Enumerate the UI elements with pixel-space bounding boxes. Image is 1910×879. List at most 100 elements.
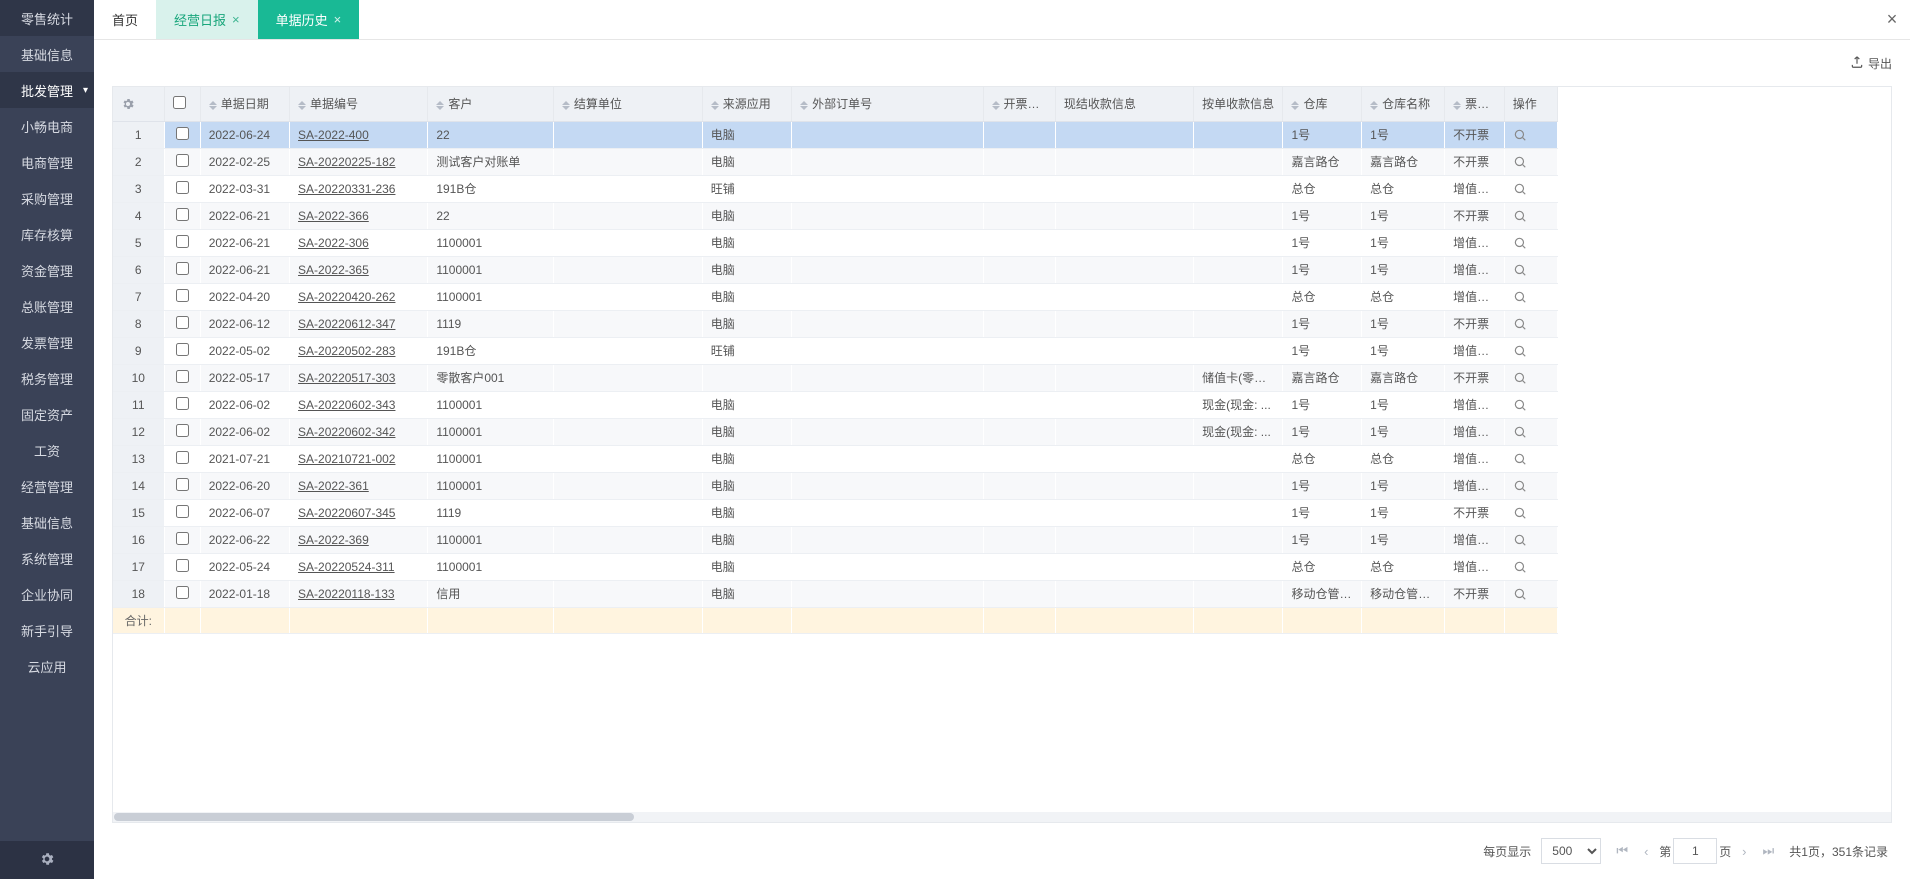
row-checkbox[interactable] xyxy=(176,532,189,545)
column-header-invoice_type[interactable]: 票据类 xyxy=(1445,87,1505,121)
column-header-customer[interactable]: 客户 xyxy=(428,87,554,121)
column-header-doc_date[interactable]: 单据日期 xyxy=(200,87,289,121)
doc-link[interactable]: SA-20220225-182 xyxy=(298,155,395,169)
doc-link[interactable]: SA-20220602-342 xyxy=(298,425,395,439)
doc-link[interactable]: SA-20220420-262 xyxy=(298,290,395,304)
row-checkbox[interactable] xyxy=(176,478,189,491)
page-number-input[interactable] xyxy=(1673,838,1717,864)
sidebar-item-15[interactable]: 系统管理 xyxy=(0,540,94,576)
table-row[interactable]: 182022-01-18SA-20220118-133信用电脑移动仓管拣...移… xyxy=(113,580,1558,607)
gear-icon[interactable] xyxy=(121,96,135,110)
column-header-wh_name[interactable]: 仓库名称 xyxy=(1362,87,1445,121)
sidebar-item-17[interactable]: 新手引导 xyxy=(0,612,94,648)
table-row[interactable]: 162022-06-22SA-2022-3691100001电脑1号1号增值税专 xyxy=(113,526,1558,553)
table-row[interactable]: 122022-06-02SA-20220602-3421100001电脑现金(现… xyxy=(113,418,1558,445)
doc-link[interactable]: SA-20220517-303 xyxy=(298,371,395,385)
sidebar-item-16[interactable]: 企业协同 xyxy=(0,576,94,612)
row-checkbox[interactable] xyxy=(176,181,189,194)
page-size-select[interactable]: 500 xyxy=(1541,838,1601,864)
doc-link[interactable]: SA-2022-366 xyxy=(298,209,369,223)
doc-link[interactable]: SA-20210721-002 xyxy=(298,452,395,466)
doc-link[interactable]: SA-20220602-343 xyxy=(298,398,395,412)
column-header-invoice_date[interactable]: 开票日期 xyxy=(983,87,1055,121)
doc-link[interactable]: SA-2022-306 xyxy=(298,236,369,250)
table-row[interactable]: 132021-07-21SA-20210721-0021100001电脑总仓总仓… xyxy=(113,445,1558,472)
row-checkbox[interactable] xyxy=(176,586,189,599)
sort-icon[interactable] xyxy=(1370,101,1378,110)
column-header-src_app[interactable]: 来源应用 xyxy=(702,87,791,121)
column-header-by_bill[interactable]: 按单收款信息 xyxy=(1194,87,1283,121)
sidebar-item-2[interactable]: 批发管理▾ xyxy=(0,72,94,108)
sort-icon[interactable] xyxy=(1453,101,1461,110)
row-checkbox[interactable] xyxy=(176,397,189,410)
tab-2[interactable]: 单据历史× xyxy=(258,0,360,39)
close-icon[interactable]: × xyxy=(232,12,240,27)
sidebar-item-0[interactable]: 零售统计 xyxy=(0,0,94,36)
column-header-ops[interactable]: 操作 xyxy=(1504,87,1557,121)
row-checkbox[interactable] xyxy=(176,154,189,167)
table-row[interactable]: 62022-06-21SA-2022-3651100001电脑1号1号增值税专 xyxy=(113,256,1558,283)
table-row[interactable]: 42022-06-21SA-2022-36622电脑1号1号不开票 xyxy=(113,202,1558,229)
doc-link[interactable]: SA-2022-361 xyxy=(298,479,369,493)
row-checkbox[interactable] xyxy=(176,289,189,302)
row-checkbox[interactable] xyxy=(176,262,189,275)
close-all-tabs-button[interactable]: × xyxy=(1874,0,1910,39)
view-row-button[interactable] xyxy=(1513,424,1527,438)
close-icon[interactable]: × xyxy=(334,12,342,27)
view-row-button[interactable] xyxy=(1513,262,1527,276)
doc-link[interactable]: SA-20220118-133 xyxy=(298,587,395,601)
sidebar-item-10[interactable]: 税务管理 xyxy=(0,360,94,396)
sort-icon[interactable] xyxy=(1291,101,1299,110)
sort-icon[interactable] xyxy=(298,101,306,110)
sidebar-item-14[interactable]: 基础信息 xyxy=(0,504,94,540)
sidebar-item-11[interactable]: 固定资产 xyxy=(0,396,94,432)
select-all-checkbox[interactable] xyxy=(173,96,186,109)
doc-link[interactable]: SA-2022-369 xyxy=(298,533,369,547)
table-row[interactable]: 102022-05-17SA-20220517-303零散客户001储值卡(零售… xyxy=(113,364,1558,391)
prev-page-button[interactable]: ‹ xyxy=(1635,840,1657,862)
last-page-button[interactable]: ⏭ xyxy=(1757,840,1779,862)
table-row[interactable]: 82022-06-12SA-20220612-3471119电脑1号1号不开票 xyxy=(113,310,1558,337)
first-page-button[interactable]: ⏮ xyxy=(1611,840,1633,862)
table-row[interactable]: 32022-03-31SA-20220331-236191B仓旺铺总仓总仓增值税… xyxy=(113,175,1558,202)
view-row-button[interactable] xyxy=(1513,343,1527,357)
sort-icon[interactable] xyxy=(562,101,570,110)
row-checkbox[interactable] xyxy=(176,343,189,356)
doc-link[interactable]: SA-2022-365 xyxy=(298,263,369,277)
column-header-doc_no[interactable]: 单据编号 xyxy=(290,87,428,121)
table-row[interactable]: 72022-04-20SA-20220420-2621100001电脑总仓总仓增… xyxy=(113,283,1558,310)
view-row-button[interactable] xyxy=(1513,235,1527,249)
column-header-settle_unit[interactable]: 结算单位 xyxy=(553,87,702,121)
sidebar-item-18[interactable]: 云应用 xyxy=(0,648,94,684)
sidebar-settings-button[interactable] xyxy=(0,841,94,879)
sidebar-item-6[interactable]: 库存核算 xyxy=(0,216,94,252)
row-checkbox[interactable] xyxy=(176,451,189,464)
table-row[interactable]: 142022-06-20SA-2022-3611100001电脑1号1号增值税专 xyxy=(113,472,1558,499)
column-header-cash_info[interactable]: 现结收款信息 xyxy=(1055,87,1193,121)
doc-link[interactable]: SA-20220524-311 xyxy=(298,560,395,574)
export-button[interactable]: 导出 xyxy=(1850,55,1892,72)
horizontal-scrollbar[interactable] xyxy=(113,812,1891,822)
sort-icon[interactable] xyxy=(800,101,808,110)
sidebar-item-9[interactable]: 发票管理 xyxy=(0,324,94,360)
tab-0[interactable]: 首页 xyxy=(94,0,156,39)
table-row[interactable]: 22022-02-25SA-20220225-182测试客户对账单电脑嘉言路仓嘉… xyxy=(113,148,1558,175)
next-page-button[interactable]: › xyxy=(1733,840,1755,862)
view-row-button[interactable] xyxy=(1513,154,1527,168)
view-row-button[interactable] xyxy=(1513,505,1527,519)
view-row-button[interactable] xyxy=(1513,370,1527,384)
doc-link[interactable]: SA-2022-400 xyxy=(298,128,369,142)
sidebar-item-4[interactable]: 电商管理 xyxy=(0,144,94,180)
sidebar-item-12[interactable]: 工资 xyxy=(0,432,94,468)
row-checkbox[interactable] xyxy=(176,559,189,572)
sort-icon[interactable] xyxy=(436,101,444,110)
doc-link[interactable]: SA-20220607-345 xyxy=(298,506,395,520)
row-checkbox[interactable] xyxy=(176,505,189,518)
view-row-button[interactable] xyxy=(1513,586,1527,600)
doc-link[interactable]: SA-20220612-347 xyxy=(298,317,395,331)
row-checkbox[interactable] xyxy=(176,127,189,140)
row-checkbox[interactable] xyxy=(176,424,189,437)
sidebar-item-8[interactable]: 总账管理 xyxy=(0,288,94,324)
tab-1[interactable]: 经营日报× xyxy=(156,0,258,39)
view-row-button[interactable] xyxy=(1513,532,1527,546)
